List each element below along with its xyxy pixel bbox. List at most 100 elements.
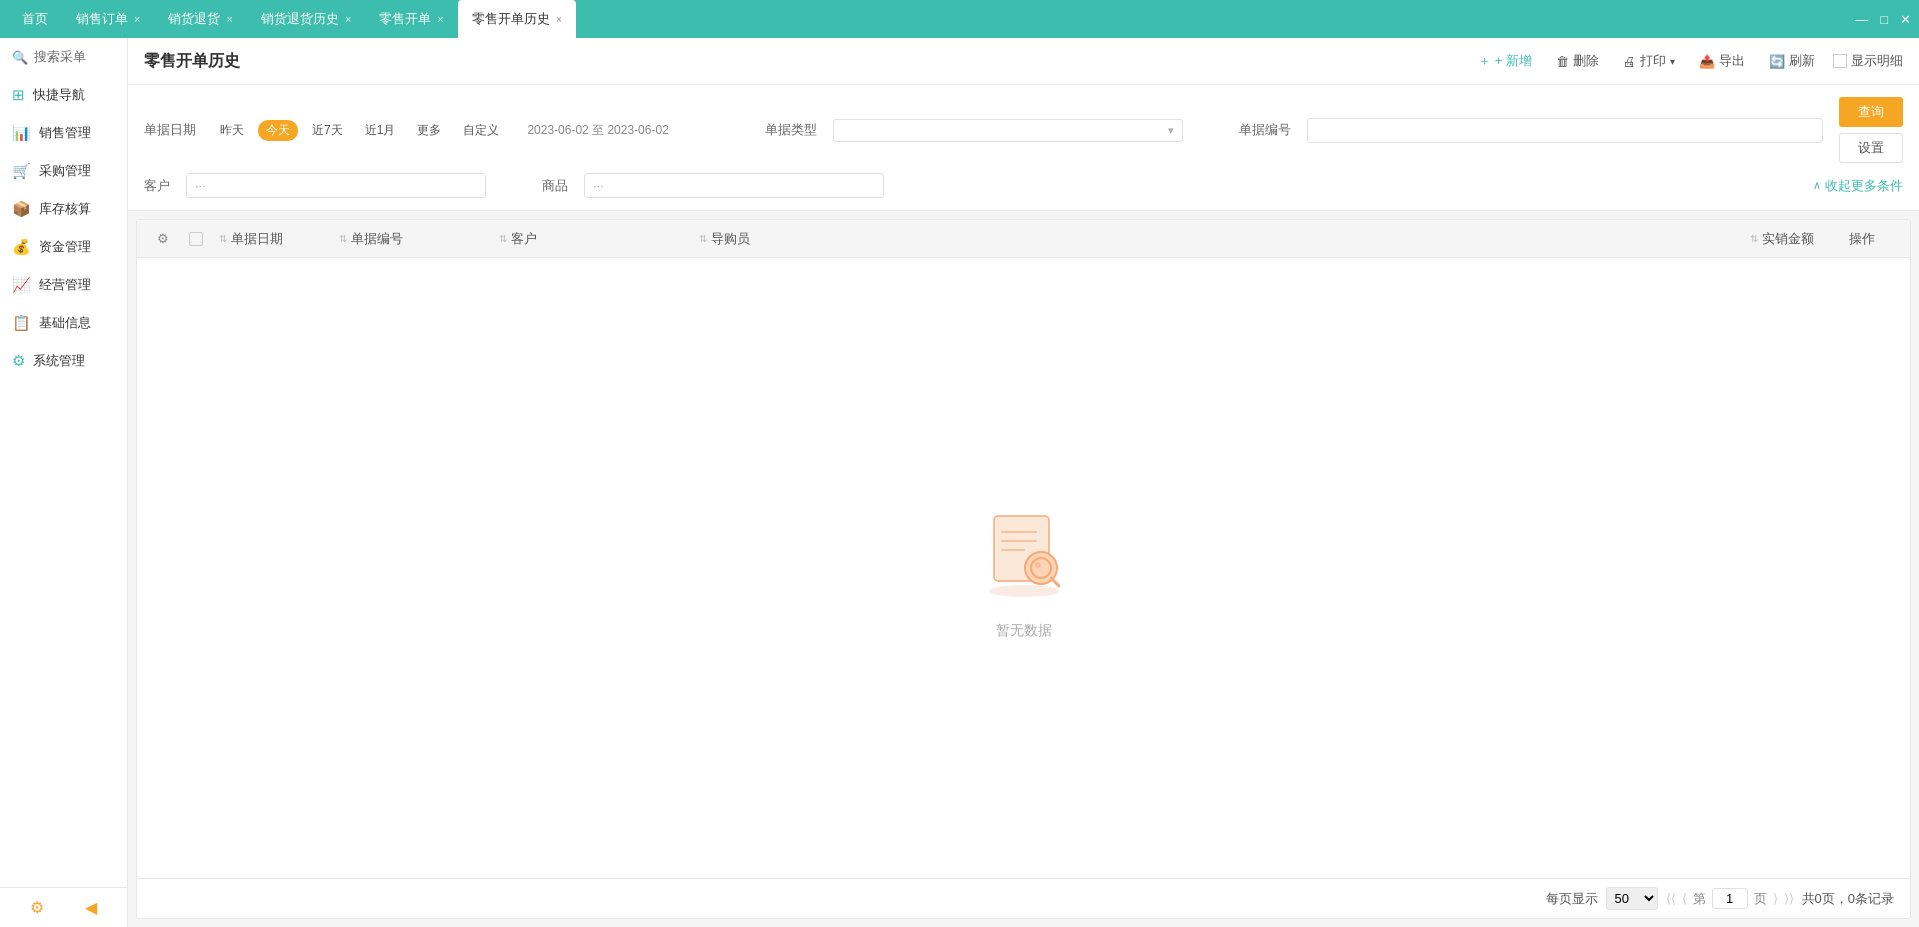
query-buttons: 查询 设置: [1839, 97, 1903, 163]
sidebar-icon-basic-info: 📋: [12, 314, 31, 332]
delete-button[interactable]: 🗑 删除: [1550, 48, 1605, 74]
sidebar-label-sales-mgmt: 销售管理: [39, 124, 91, 142]
table-col-guide[interactable]: ⇅ 导购员: [691, 230, 811, 248]
tab-close-icon[interactable]: ×: [437, 13, 443, 25]
table-area: ⚙ ⇅ 单据日期 ⇅ 单据编号 ⇅ 客户 ⇅ 导购员: [136, 219, 1911, 919]
svg-point-0: [989, 585, 1059, 597]
tab-label: 零售开单历史: [472, 10, 550, 28]
display-detail-toggle[interactable]: 显示明细: [1833, 52, 1903, 70]
sidebar-label-finance: 资金管理: [39, 238, 91, 256]
sidebar-item-purchase-mgmt[interactable]: 🛒采购管理: [0, 152, 127, 190]
sidebar-search-label: 搜索采单: [34, 48, 86, 66]
query-button[interactable]: 查询: [1839, 97, 1903, 127]
content-area: 零售开单历史 ＋ + 新增 🗑 删除 🖨 打印 ▾ 📤 导出: [128, 38, 1919, 927]
type-filter-select[interactable]: ▾: [833, 119, 1183, 142]
tab-close-icon[interactable]: ×: [345, 13, 351, 25]
sidebar-label-operations: 经营管理: [39, 276, 91, 294]
page-label-2: 页: [1754, 890, 1767, 908]
customer-filter-label: 客户: [144, 177, 170, 195]
sidebar-item-quick-nav[interactable]: ⊞快捷导航: [0, 76, 127, 114]
sidebar-icon-quick-nav: ⊞: [12, 86, 25, 104]
sort-asc-icon: ⇅: [339, 233, 347, 244]
table-col-settings-icon[interactable]: ⚙: [145, 231, 181, 246]
col-action-label: 操作: [1849, 230, 1875, 248]
tab-close-icon[interactable]: ×: [556, 13, 562, 25]
last-page-icon[interactable]: ⟩⟩: [1784, 891, 1794, 906]
sidebar-item-basic-info[interactable]: 📋 基础信息: [0, 304, 127, 342]
first-page-icon[interactable]: ⟨⟨: [1666, 891, 1676, 906]
date-btn-近7天[interactable]: 近7天: [304, 120, 351, 141]
collapse-icon[interactable]: ◀: [85, 898, 97, 917]
sidebar-item-inventory[interactable]: 📦库存核算: [0, 190, 127, 228]
settings-icon[interactable]: ⚙: [30, 898, 44, 917]
window-minimize[interactable]: —: [1855, 12, 1868, 27]
sidebar-icon-sys-mgmt: ⚙: [12, 352, 25, 370]
table-col-date[interactable]: ⇅ 单据日期: [211, 230, 331, 248]
sidebar-icon-sales-mgmt: 📊: [12, 124, 31, 142]
settings-button[interactable]: 设置: [1839, 133, 1903, 163]
table-col-amount[interactable]: ⇅ 实销金额: [1702, 230, 1822, 248]
prev-page-icon[interactable]: ⟨: [1682, 891, 1687, 906]
customer-filter-input[interactable]: ···: [186, 173, 486, 198]
col-date-label: 单据日期: [231, 230, 283, 248]
sidebar-search[interactable]: 🔍 搜索采单: [0, 38, 127, 76]
total-records-label: 共0页，0条记录: [1802, 890, 1894, 908]
refresh-icon: 🔄: [1769, 54, 1785, 69]
table-header: ⚙ ⇅ 单据日期 ⇅ 单据编号 ⇅ 客户 ⇅ 导购员: [137, 220, 1910, 258]
add-button[interactable]: ＋ + 新增: [1472, 48, 1538, 74]
export-icon: 📤: [1699, 54, 1715, 69]
svg-point-9: [1035, 562, 1041, 568]
sidebar-icon-finance: 💰: [12, 238, 31, 256]
table-col-num[interactable]: ⇅ 单据编号: [331, 230, 491, 248]
product-filter-label: 商品: [542, 177, 568, 195]
empty-text-label: 暂无数据: [996, 622, 1052, 640]
page-input[interactable]: [1712, 888, 1748, 909]
refresh-button[interactable]: 🔄 刷新: [1763, 48, 1821, 74]
tab-sales-order[interactable]: 销售订单×: [62, 0, 154, 38]
filter-row-1: 单据日期 昨天今天近7天近1月更多自定义 2023-06-02 至 2023-0…: [144, 97, 1903, 163]
tab-sales-return[interactable]: 销货退货×: [154, 0, 246, 38]
date-btn-自定义[interactable]: 自定义: [455, 120, 507, 141]
svg-line-8: [1051, 578, 1059, 586]
customer-input-dots: ···: [195, 178, 206, 193]
page-label: 第: [1693, 890, 1706, 908]
export-button[interactable]: 📤 导出: [1693, 48, 1751, 74]
print-button[interactable]: 🖨 打印 ▾: [1617, 48, 1681, 74]
sidebar-item-operations[interactable]: 📈 经营管理: [0, 266, 127, 304]
window-maximize[interactable]: □: [1880, 12, 1888, 27]
header-actions: ＋ + 新增 🗑 删除 🖨 打印 ▾ 📤 导出 🔄: [1472, 48, 1903, 74]
tab-sales-return-history[interactable]: 销货退货历史×: [247, 0, 365, 38]
tab-retail-open[interactable]: 零售开单 ×: [365, 0, 457, 38]
date-btn-昨天[interactable]: 昨天: [212, 120, 252, 141]
tab-home[interactable]: 首页: [8, 0, 62, 38]
sidebar-label-purchase-mgmt: 采购管理: [39, 162, 91, 180]
product-filter-input[interactable]: ···: [584, 173, 884, 198]
empty-illustration: [969, 496, 1079, 606]
tab-label: 零售开单: [379, 10, 431, 28]
sidebar-item-sales-mgmt[interactable]: 📊 销售管理: [0, 114, 127, 152]
window-close[interactable]: ✕: [1900, 12, 1911, 27]
print-chevron-icon: ▾: [1670, 56, 1675, 67]
num-filter-label: 单据编号: [1239, 121, 1291, 139]
date-btn-更多[interactable]: 更多: [409, 120, 449, 141]
num-input-field[interactable]: [1316, 123, 1814, 138]
per-page-select[interactable]: 50 100 200: [1606, 887, 1658, 910]
collapse-filter-button[interactable]: ∧ 收起更多条件: [1813, 177, 1903, 195]
sidebar-label-basic-info: 基础信息: [39, 314, 91, 332]
sidebar-item-sys-mgmt[interactable]: ⚙系统管理: [0, 342, 127, 380]
chevron-up-icon: ∧: [1813, 179, 1821, 192]
table-col-customer[interactable]: ⇅ 客户: [491, 230, 691, 248]
delete-icon: 🗑: [1556, 54, 1569, 69]
tab-close-icon[interactable]: ×: [226, 13, 232, 25]
num-filter-input[interactable]: [1307, 118, 1823, 143]
table-select-all[interactable]: [181, 232, 211, 246]
next-page-icon[interactable]: ⟩: [1773, 891, 1778, 906]
tab-retail-history[interactable]: 零售开单历史 ×: [458, 0, 576, 38]
page-title: 零售开单历史: [144, 51, 240, 72]
tab-close-icon[interactable]: ×: [134, 13, 140, 25]
date-btn-今天[interactable]: 今天: [258, 120, 298, 141]
pagination: 每页显示 50 100 200 ⟨⟨ ⟨ 第 页 ⟩ ⟩⟩ 共0页，0条记录: [137, 878, 1910, 918]
date-btn-近1月[interactable]: 近1月: [357, 120, 404, 141]
sidebar-icon-operations: 📈: [12, 276, 31, 294]
sidebar-item-finance[interactable]: 💰 资金管理: [0, 228, 127, 266]
